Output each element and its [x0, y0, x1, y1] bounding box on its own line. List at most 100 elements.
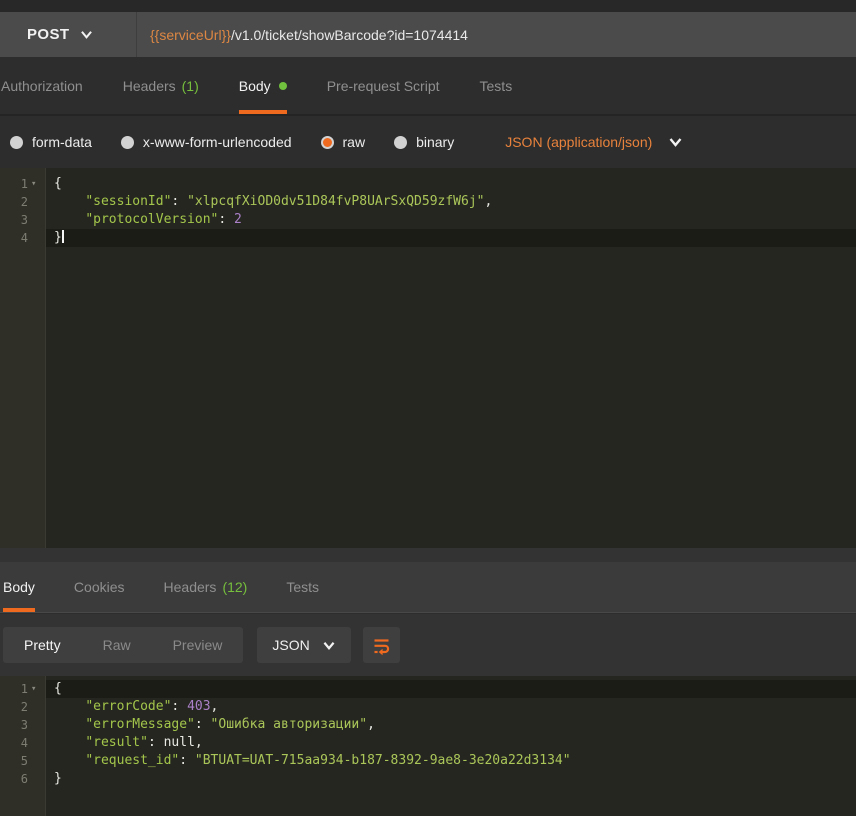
section-divider: [0, 548, 856, 562]
response-tab-body[interactable]: Body: [3, 562, 35, 612]
response-tab-headers[interactable]: Headers (12): [164, 562, 248, 612]
response-format-dropdown[interactable]: JSON: [257, 627, 351, 663]
response-toolbar: Pretty Raw Preview JSON: [0, 614, 856, 676]
body-mode-x-www-form-urlencoded[interactable]: x-www-form-urlencoded: [120, 134, 292, 150]
line-number: 1: [20, 177, 28, 191]
token-plain: :: [171, 699, 188, 714]
tab-label: Tests: [286, 579, 320, 595]
chevron-down-icon: [80, 29, 93, 40]
radio-icon: [10, 135, 23, 149]
unsaved-indicator-dot: [278, 81, 287, 90]
token-key: "errorCode": [85, 699, 172, 714]
line-number: 5: [20, 754, 28, 768]
line-gutter: 3: [0, 716, 46, 734]
line-gutter: 6: [0, 770, 46, 788]
tab-label: Headers: [163, 579, 217, 595]
token-plain: }: [54, 771, 62, 786]
active-tab-underline: [238, 110, 287, 114]
code-text[interactable]: }: [46, 770, 856, 788]
tab-label: Tests: [479, 77, 513, 94]
code-line-2: 2 "sessionId": "xlpcqfXiOD0dv51D84fvP8UA…: [0, 193, 856, 211]
line-number: 6: [20, 772, 28, 786]
token-plain: }: [54, 230, 62, 245]
code-text[interactable]: }: [46, 229, 856, 247]
view-mode-raw[interactable]: Raw: [82, 627, 152, 663]
code-text[interactable]: {: [46, 680, 856, 698]
body-mode-label: binary: [416, 134, 455, 150]
code-text[interactable]: "sessionId": "xlpcqfXiOD0dv51D84fvP8UArS…: [46, 193, 856, 211]
token-key: "protocolVersion": [85, 212, 219, 227]
body-mode-label: form-data: [32, 134, 92, 150]
request-tab-headers[interactable]: Headers (1): [123, 57, 199, 114]
wrap-text-button[interactable]: [362, 627, 400, 663]
code-text[interactable]: "protocolVersion": 2: [46, 211, 856, 229]
line-number: 3: [20, 718, 28, 732]
url-input[interactable]: {{serviceUrl}}/v1.0/ticket/showBarcode?i…: [137, 12, 856, 57]
code-line-1: 1 ▾ {: [0, 175, 856, 193]
code-text[interactable]: {: [46, 175, 856, 193]
top-strip: [0, 0, 856, 12]
line-gutter: 1 ▾: [0, 175, 46, 193]
line-gutter: 2: [0, 193, 46, 211]
response-tab-tests[interactable]: Tests: [286, 562, 319, 612]
fold-icon[interactable]: ▾: [31, 680, 36, 698]
tab-label: Cookies: [73, 579, 125, 595]
code-line-6: 6}: [0, 770, 856, 788]
token-number: 403: [187, 699, 211, 714]
active-tab-underline: [3, 608, 35, 612]
wrap-text-icon: [371, 635, 392, 656]
tab-label: Body: [238, 77, 271, 94]
tab-count-badge: (1): [181, 77, 199, 94]
body-mode-selector: form-data x-www-form-urlencoded raw binary …: [0, 116, 856, 168]
body-mode-label: x-www-form-urlencoded: [142, 134, 292, 150]
token-plain: :: [179, 753, 195, 768]
code-text[interactable]: "errorMessage": "Ошибка авторизации",: [46, 716, 856, 734]
request-url-bar: POST {{serviceUrl}}/v1.0/ticket/showBarc…: [0, 12, 856, 57]
request-tab-tests[interactable]: Tests: [480, 57, 513, 114]
fold-icon[interactable]: ▾: [31, 175, 36, 193]
line-number: 2: [20, 195, 28, 209]
line-number: 1: [20, 682, 28, 696]
token-string: "xlpcqfXiOD0dv51D84fvP8UArSxQD59zfW6j": [187, 194, 485, 209]
token-plain: :: [147, 735, 164, 750]
tab-label: Authorization: [1, 77, 83, 94]
line-number: 4: [20, 736, 28, 750]
view-mode-pretty[interactable]: Pretty: [3, 627, 82, 663]
code-text[interactable]: "errorCode": 403,: [46, 698, 856, 716]
content-type-selector[interactable]: JSON (application/json): [505, 134, 683, 150]
request-tab-authorization[interactable]: Authorization: [1, 57, 83, 114]
token-key: "result": [85, 735, 148, 750]
line-number: 3: [20, 213, 28, 227]
code-text[interactable]: "result": null,: [46, 734, 856, 752]
method-label: POST: [27, 26, 70, 43]
body-mode-binary[interactable]: binary: [394, 134, 454, 150]
text-cursor: [61, 230, 64, 243]
body-mode-raw[interactable]: raw: [320, 134, 365, 150]
view-mode-preview[interactable]: Preview: [152, 627, 244, 663]
response-tab-cookies[interactable]: Cookies: [74, 562, 125, 612]
token-plain: ,: [210, 699, 219, 714]
method-selector[interactable]: POST: [0, 12, 137, 57]
token-plain: ,: [367, 717, 375, 732]
token-string: "BTUAT=UAT-715aa934-b187-8392-9ae8-3e20a…: [194, 753, 571, 768]
url-environment-variable: {{serviceUrl}}: [150, 26, 231, 43]
request-tab-body[interactable]: Body: [238, 57, 287, 114]
response-body-code: 1 ▾{2 "errorCode": 403, 3 "errorMessage": …: [0, 676, 856, 788]
body-mode-form-data[interactable]: form-data: [10, 134, 92, 150]
line-gutter: 4: [0, 229, 46, 247]
code-line-5: 5 "request_id": "BTUAT=UAT-715aa934-b187…: [0, 752, 856, 770]
code-line-3: 3 "errorMessage": "Ошибка авторизации",: [0, 716, 856, 734]
line-gutter: 1 ▾: [0, 680, 46, 698]
code-text[interactable]: "request_id": "BTUAT=UAT-715aa934-b187-8…: [46, 752, 856, 770]
request-tab-pre-request-script[interactable]: Pre-request Script: [327, 57, 440, 114]
request-body-editor[interactable]: 1 ▾ {2 "sessionId": "xlpcqfXiOD0dv51D84fvP…: [0, 168, 856, 548]
radio-icon: [320, 135, 334, 149]
tab-label: Headers: [122, 77, 176, 94]
response-body-editor[interactable]: 1 ▾{2 "errorCode": 403, 3 "errorMessage": …: [0, 676, 856, 816]
